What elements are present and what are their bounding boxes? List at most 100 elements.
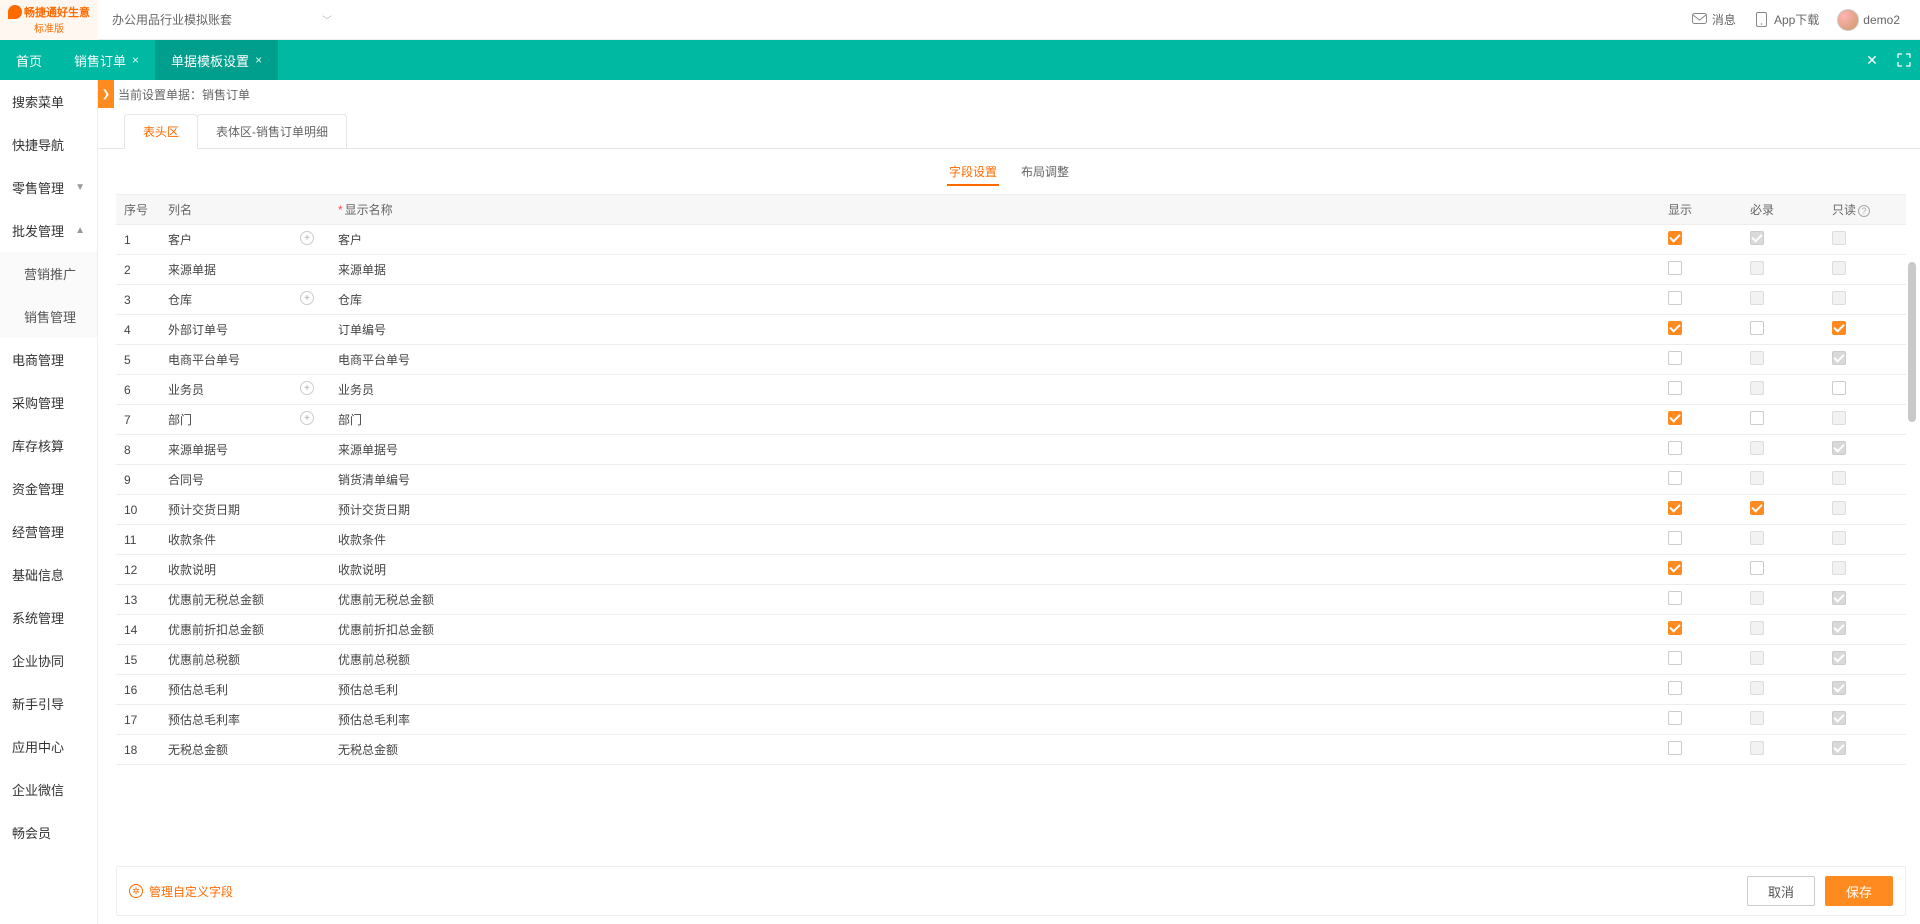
add-icon[interactable]: + (300, 231, 314, 245)
required-checkbox[interactable] (1750, 321, 1764, 335)
show-checkbox[interactable] (1668, 711, 1682, 725)
vertical-scrollbar[interactable] (1908, 262, 1916, 852)
cell-readonly (1824, 585, 1906, 615)
sidebar-item-15[interactable]: 应用中心 (0, 725, 97, 768)
section-tab-1[interactable]: 表体区-销售订单明细 (197, 114, 347, 149)
cell-display[interactable]: 订单编号 (330, 315, 1660, 345)
cell-required (1742, 705, 1824, 735)
account-selector[interactable]: 办公用品行业模拟账套 ﹀ (98, 11, 352, 28)
show-checkbox[interactable] (1668, 381, 1682, 395)
sidebar-item-4[interactable]: 营销推广 (0, 252, 97, 295)
save-button[interactable]: 保存 (1825, 876, 1893, 906)
cell-required (1742, 495, 1824, 525)
show-checkbox[interactable] (1668, 291, 1682, 305)
cell-display[interactable]: 优惠前折扣总金额 (330, 615, 1660, 645)
sidebar-item-9[interactable]: 资金管理 (0, 467, 97, 510)
add-icon[interactable]: + (300, 291, 314, 305)
show-checkbox[interactable] (1668, 351, 1682, 365)
show-checkbox[interactable] (1668, 681, 1682, 695)
sidebar-item-6[interactable]: 电商管理 (0, 338, 97, 381)
cell-display[interactable]: 电商平台单号 (330, 345, 1660, 375)
tab-2[interactable]: 单据模板设置× (155, 40, 278, 80)
cell-display[interactable]: 来源单据号 (330, 435, 1660, 465)
required-checkbox[interactable] (1750, 561, 1764, 575)
cell-show (1660, 255, 1742, 285)
sidebar-item-17[interactable]: 畅会员 (0, 811, 97, 854)
cell-seq: 2 (116, 255, 160, 285)
cell-display[interactable]: 来源单据 (330, 255, 1660, 285)
cell-display[interactable]: 预估总毛利率 (330, 705, 1660, 735)
cell-display[interactable]: 无税总金额 (330, 735, 1660, 765)
show-checkbox[interactable] (1668, 471, 1682, 485)
sidebar-item-13[interactable]: 企业协同 (0, 639, 97, 682)
cell-display[interactable]: 优惠前总税额 (330, 645, 1660, 675)
cell-display[interactable]: 部门 (330, 405, 1660, 435)
add-icon[interactable]: + (300, 381, 314, 395)
sidebar-item-label: 批发管理 (12, 221, 64, 240)
sub-tab-0[interactable]: 字段设置 (947, 159, 999, 186)
sidebar-item-label: 新手引导 (12, 694, 64, 713)
show-checkbox[interactable] (1668, 621, 1682, 635)
sidebar-item-11[interactable]: 基础信息 (0, 553, 97, 596)
show-checkbox[interactable] (1668, 441, 1682, 455)
table-row: 3仓库+仓库 (116, 285, 1906, 315)
required-checkbox[interactable] (1750, 501, 1764, 515)
readonly-checkbox[interactable] (1832, 321, 1846, 335)
sidebar-item-8[interactable]: 库存核算 (0, 424, 97, 467)
cell-display[interactable]: 优惠前无税总金额 (330, 585, 1660, 615)
show-checkbox[interactable] (1668, 261, 1682, 275)
app-download-button[interactable]: App下载 (1754, 11, 1819, 28)
cell-display[interactable]: 客户 (330, 225, 1660, 255)
phone-icon (1754, 12, 1770, 28)
cell-display[interactable]: 收款条件 (330, 525, 1660, 555)
sidebar-item-3[interactable]: 批发管理▲ (0, 209, 97, 252)
cell-display[interactable]: 预计交货日期 (330, 495, 1660, 525)
show-checkbox[interactable] (1668, 321, 1682, 335)
fullscreen-button[interactable] (1888, 40, 1920, 80)
cell-display[interactable]: 仓库 (330, 285, 1660, 315)
help-icon[interactable]: ? (1858, 205, 1870, 217)
cell-display[interactable]: 业务员 (330, 375, 1660, 405)
tab-0[interactable]: 首页 (0, 40, 58, 80)
show-checkbox[interactable] (1668, 531, 1682, 545)
required-checkbox[interactable] (1750, 411, 1764, 425)
messages-button[interactable]: 消息 (1692, 11, 1736, 28)
sidebar-item-10[interactable]: 经营管理 (0, 510, 97, 553)
show-checkbox[interactable] (1668, 501, 1682, 515)
sub-tab-1[interactable]: 布局调整 (1019, 159, 1071, 186)
cell-readonly (1824, 255, 1906, 285)
cancel-button[interactable]: 取消 (1747, 876, 1815, 906)
show-checkbox[interactable] (1668, 231, 1682, 245)
show-checkbox[interactable] (1668, 651, 1682, 665)
show-checkbox[interactable] (1668, 741, 1682, 755)
sidebar-item-2[interactable]: 零售管理▼ (0, 166, 97, 209)
sidebar-item-1[interactable]: 快捷导航 (0, 123, 97, 166)
section-tab-0[interactable]: 表头区 (124, 114, 198, 149)
sidebar-item-14[interactable]: 新手引导 (0, 682, 97, 725)
close-icon[interactable]: × (132, 53, 139, 67)
show-checkbox[interactable] (1668, 591, 1682, 605)
sidebar-item-5[interactable]: 销售管理 (0, 295, 97, 338)
sidebar-item-16[interactable]: 企业微信 (0, 768, 97, 811)
fields-table-wrap[interactable]: 序号 列名 *显示名称 显示 必录 只读? 1客户+客户2来源单据来源单据3仓库… (116, 194, 1906, 866)
readonly-checkbox (1832, 621, 1846, 635)
collapse-handle[interactable]: ❯ (98, 80, 114, 108)
cell-name: 优惠前折扣总金额 (160, 615, 330, 645)
manage-custom-fields-link[interactable]: ✲ 管理自定义字段 (129, 883, 233, 900)
user-menu[interactable]: demo2 (1837, 9, 1900, 31)
cell-display[interactable]: 销货清单编号 (330, 465, 1660, 495)
add-icon[interactable]: + (300, 411, 314, 425)
show-checkbox[interactable] (1668, 411, 1682, 425)
cell-display[interactable]: 预估总毛利 (330, 675, 1660, 705)
sidebar-item-12[interactable]: 系统管理 (0, 596, 97, 639)
sidebar-item-7[interactable]: 采购管理 (0, 381, 97, 424)
close-icon[interactable]: × (255, 53, 262, 67)
cell-display[interactable]: 收款说明 (330, 555, 1660, 585)
tab-close-all-button[interactable]: ✕ (1856, 40, 1888, 80)
sidebar-item-0[interactable]: 搜索菜单 (0, 80, 97, 123)
scrollbar-thumb[interactable] (1908, 262, 1916, 422)
show-checkbox[interactable] (1668, 561, 1682, 575)
tab-1[interactable]: 销售订单× (58, 40, 155, 80)
readonly-checkbox[interactable] (1832, 381, 1846, 395)
table-row: 9合同号销货清单编号 (116, 465, 1906, 495)
